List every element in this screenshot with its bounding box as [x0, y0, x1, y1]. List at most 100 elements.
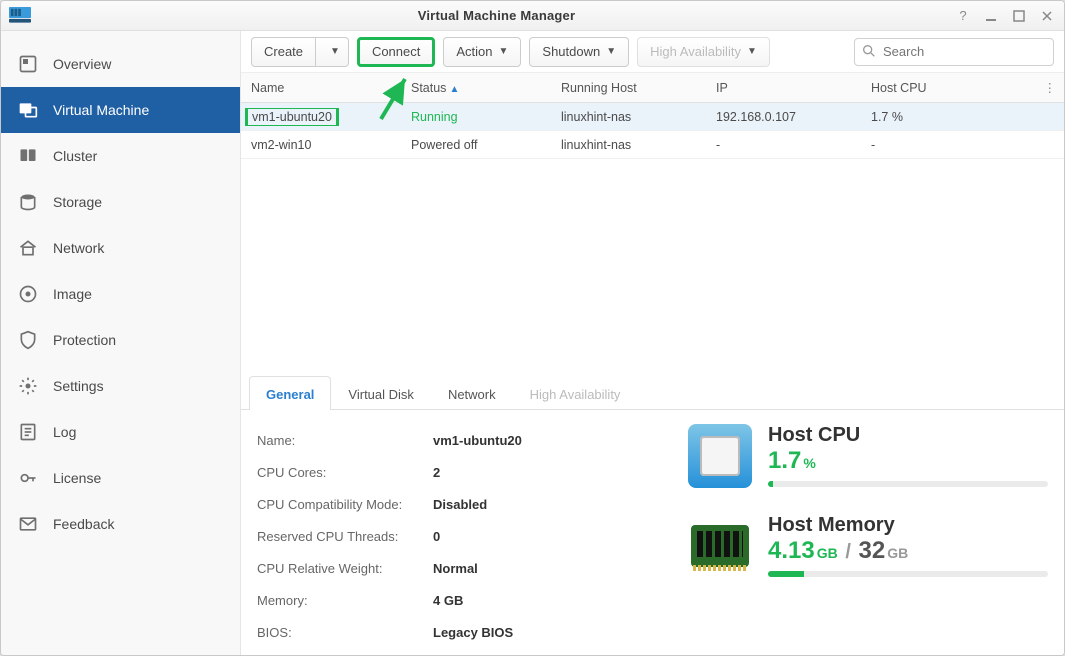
create-dropdown-button[interactable]: ▼	[316, 37, 349, 67]
sidebar-item-label: Protection	[53, 332, 116, 348]
meter-unit: GB	[817, 545, 838, 561]
chevron-down-icon: ▼	[747, 46, 757, 57]
sidebar-item-virtual-machine[interactable]: Virtual Machine	[1, 87, 240, 133]
action-button[interactable]: Action▼	[443, 37, 521, 67]
cell-cpu: 1.7 %	[861, 110, 1011, 124]
prop-value: 2	[433, 465, 440, 480]
cell-status: Running	[401, 110, 551, 124]
cell-host: linuxhint-nas	[551, 110, 706, 124]
chevron-down-icon: ▼	[330, 46, 340, 57]
sidebar-item-feedback[interactable]: Feedback	[1, 501, 240, 547]
sidebar-item-storage[interactable]: Storage	[1, 179, 240, 225]
cell-name: vm1-ubuntu20	[245, 108, 339, 126]
window-title: Virtual Machine Manager	[39, 8, 954, 23]
prop-key: CPU Relative Weight:	[257, 561, 433, 576]
sidebar: Overview Virtual Machine Cluster Storage…	[1, 31, 241, 655]
memory-icon	[688, 514, 752, 578]
cell-status: Powered off	[401, 138, 551, 152]
app-icon	[9, 7, 31, 25]
prop-value: 4 GB	[433, 593, 463, 608]
sidebar-item-image[interactable]: Image	[1, 271, 240, 317]
cluster-icon	[17, 145, 39, 167]
meter-host-memory: Host Memory 4.13GB / 32GB	[688, 514, 1048, 578]
storage-icon	[17, 191, 39, 213]
connect-button[interactable]: Connect	[357, 37, 435, 67]
sidebar-item-overview[interactable]: Overview	[1, 41, 240, 87]
column-header-status[interactable]: Status▲	[401, 81, 551, 95]
meter-total: 32	[859, 537, 886, 565]
create-button[interactable]: Create	[251, 37, 316, 67]
prop-key: BIOS:	[257, 625, 433, 640]
column-header-host-cpu[interactable]: Host CPU	[861, 81, 1011, 95]
tab-virtual-disk[interactable]: Virtual Disk	[331, 376, 431, 410]
detail-tabs: General Virtual Disk Network High Availa…	[241, 376, 1064, 410]
meter-unit: %	[803, 455, 815, 471]
prop-key: Reserved CPU Threads:	[257, 529, 433, 544]
tab-general[interactable]: General	[249, 376, 331, 410]
separator: /	[845, 541, 851, 563]
log-icon	[17, 421, 39, 443]
prop-key: Memory:	[257, 593, 433, 608]
sidebar-item-label: Virtual Machine	[53, 102, 149, 118]
sidebar-item-network[interactable]: Network	[1, 225, 240, 271]
meter-total-unit: GB	[887, 545, 908, 561]
search-input[interactable]	[854, 38, 1054, 66]
tab-network[interactable]: Network	[431, 376, 513, 410]
close-icon[interactable]	[1038, 7, 1056, 25]
meter-host-cpu: Host CPU 1.7%	[688, 424, 1048, 488]
help-icon[interactable]: ?	[954, 7, 972, 25]
network-icon	[17, 237, 39, 259]
high-availability-button[interactable]: High Availability▼	[637, 37, 770, 67]
prop-value: Disabled	[433, 497, 487, 512]
column-header-ip[interactable]: IP	[706, 81, 861, 95]
table-row[interactable]: vm2-win10 Powered off linuxhint-nas - -	[241, 131, 1064, 159]
overview-icon	[17, 53, 39, 75]
sidebar-item-log[interactable]: Log	[1, 409, 240, 455]
sidebar-item-label: Image	[53, 286, 92, 302]
cell-ip: 192.168.0.107	[706, 110, 861, 124]
meter-value: 4.13	[768, 537, 815, 565]
detail-panel: Name:vm1-ubuntu20 CPU Cores:2 CPU Compat…	[241, 410, 1064, 655]
sidebar-item-label: Feedback	[53, 516, 114, 532]
sidebar-item-label: License	[53, 470, 101, 486]
meter-bar	[768, 571, 1048, 577]
prop-value: 0	[433, 529, 440, 544]
prop-value: Normal	[433, 561, 478, 576]
prop-key: CPU Compatibility Mode:	[257, 497, 433, 512]
prop-value: Legacy BIOS	[433, 625, 513, 640]
prop-value: vm1-ubuntu20	[433, 433, 522, 448]
sidebar-item-settings[interactable]: Settings	[1, 363, 240, 409]
cell-host: linuxhint-nas	[551, 138, 706, 152]
tab-high-availability[interactable]: High Availability	[513, 376, 638, 410]
column-header-name[interactable]: Name	[241, 81, 401, 95]
sidebar-item-cluster[interactable]: Cluster	[1, 133, 240, 179]
sidebar-item-license[interactable]: License	[1, 455, 240, 501]
prop-key: CPU Cores:	[257, 465, 433, 480]
sidebar-item-label: Cluster	[53, 148, 97, 164]
sidebar-item-label: Overview	[53, 56, 111, 72]
table-row[interactable]: vm1-ubuntu20 Running linuxhint-nas 192.1…	[241, 103, 1064, 131]
sidebar-item-label: Storage	[53, 194, 102, 210]
column-options-icon[interactable]: ⋮	[1044, 80, 1065, 95]
vm-icon	[17, 99, 39, 121]
sidebar-item-label: Network	[53, 240, 104, 256]
titlebar: Virtual Machine Manager ?	[1, 1, 1064, 31]
gear-icon	[17, 375, 39, 397]
key-icon	[17, 467, 39, 489]
meter-label: Host CPU	[768, 424, 1048, 447]
table-header: Name Status▲ Running Host IP Host CPU ⋮	[241, 73, 1064, 103]
maximize-icon[interactable]	[1010, 7, 1028, 25]
column-header-running-host[interactable]: Running Host	[551, 81, 706, 95]
image-icon	[17, 283, 39, 305]
cell-ip: -	[706, 138, 861, 152]
cell-cpu: -	[861, 138, 1011, 152]
sidebar-item-protection[interactable]: Protection	[1, 317, 240, 363]
sidebar-item-label: Settings	[53, 378, 104, 394]
minimize-icon[interactable]	[982, 7, 1000, 25]
chevron-down-icon: ▼	[606, 46, 616, 57]
shutdown-button[interactable]: Shutdown▼	[529, 37, 629, 67]
search-icon	[861, 43, 877, 62]
sort-asc-icon: ▲	[449, 84, 459, 95]
sidebar-item-label: Log	[53, 424, 76, 440]
meter-value: 1.7	[768, 447, 801, 475]
